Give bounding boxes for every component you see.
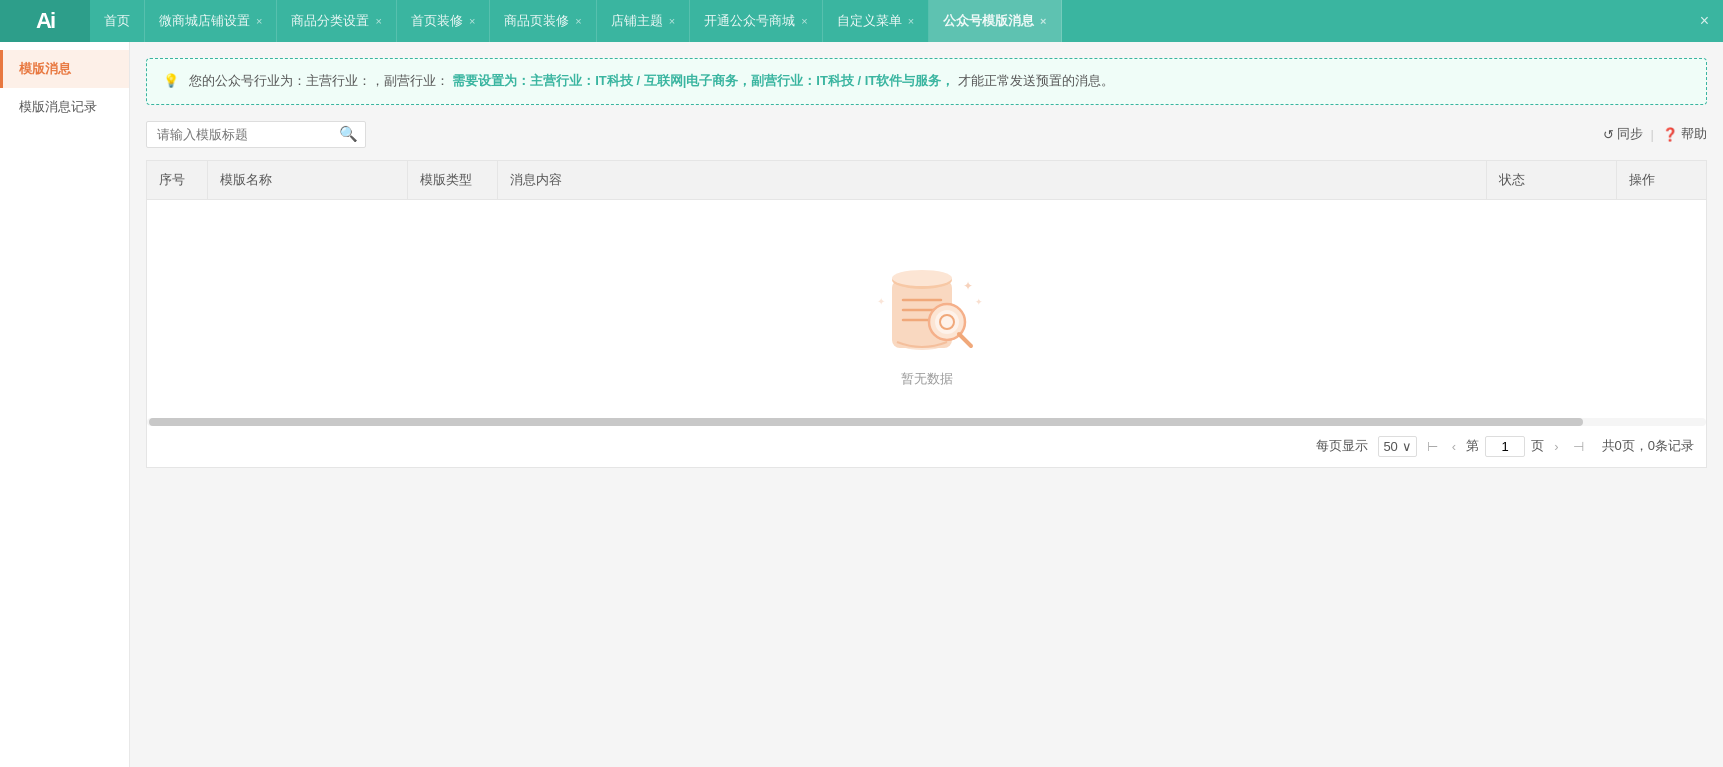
empty-text: 暂无数据 — [901, 370, 953, 388]
scroll-thumb[interactable] — [149, 418, 1583, 426]
window-close-button[interactable]: × — [1686, 0, 1723, 42]
tab-weshop[interactable]: 微商城店铺设置 × — [145, 0, 277, 42]
top-nav: Ai 首页 微商城店铺设置 × 商品分类设置 × 首页装修 × 商品页装修 × … — [0, 0, 1723, 42]
page-input[interactable] — [1485, 436, 1525, 457]
svg-point-3 — [892, 270, 952, 286]
last-page-button[interactable]: ⊣ — [1569, 437, 1588, 456]
svg-line-9 — [959, 334, 971, 346]
page-size-label: 每页显示 — [1316, 437, 1368, 455]
main-layout: 模版消息 模版消息记录 💡 您的公众号行业为：主营行业：，副营行业： 需要设置为… — [0, 42, 1723, 767]
sync-help-area: ↺ 同步 | ❓ 帮助 — [1603, 125, 1707, 143]
help-button[interactable]: ❓ 帮助 — [1662, 125, 1707, 143]
sidebar: 模版消息 模版消息记录 — [0, 42, 130, 767]
search-input-wrap: 🔍 — [146, 121, 366, 148]
tab-openshop-close[interactable]: × — [801, 15, 807, 27]
tab-shoptheme-close[interactable]: × — [669, 15, 675, 27]
tab-category-close[interactable]: × — [375, 15, 381, 27]
tab-weshop-close[interactable]: × — [256, 15, 262, 27]
col-status: 状态 — [1486, 161, 1616, 200]
search-left: 🔍 — [146, 121, 366, 148]
first-page-button[interactable]: ⊢ — [1423, 437, 1442, 456]
empty-illustration: ✦ ✦ ✦ — [867, 250, 987, 370]
notice-prefix: 您的公众号行业为：主营行业：，副营行业： — [189, 73, 449, 88]
table-header: 序号 模版名称 模版类型 消息内容 状态 操作 — [147, 161, 1706, 200]
page-size-select[interactable]: 50 ∨ — [1378, 436, 1416, 457]
tab-templatemsg-close[interactable]: × — [1040, 15, 1046, 27]
page-size-dropdown-icon: ∨ — [1402, 439, 1412, 454]
svg-text:✦: ✦ — [963, 279, 973, 293]
tab-custommenu[interactable]: 自定义菜单 × — [823, 0, 929, 42]
tab-productpage[interactable]: 商品页装修 × — [490, 0, 596, 42]
tab-homepage-close[interactable]: × — [469, 15, 475, 27]
page-label-pre: 第 — [1466, 437, 1479, 455]
nav-tabs: 首页 微商城店铺设置 × 商品分类设置 × 首页装修 × 商品页装修 × 店铺主… — [90, 0, 1686, 42]
tab-productpage-close[interactable]: × — [575, 15, 581, 27]
notice-icon: 💡 — [163, 73, 179, 88]
divider: | — [1651, 127, 1654, 142]
sidebar-item-template-msg[interactable]: 模版消息 — [0, 50, 129, 88]
sidebar-item-template-record[interactable]: 模版消息记录 — [0, 88, 129, 126]
notice-highlight: 需要设置为：主营行业：IT科技 / 互联网|电子商务，副营行业：IT科技 / I… — [452, 73, 954, 88]
col-content: 消息内容 — [497, 161, 1486, 200]
page-size-value: 50 — [1383, 439, 1397, 454]
svg-point-8 — [935, 310, 959, 334]
notice-box: 💡 您的公众号行业为：主营行业：，副营行业： 需要设置为：主营行业：IT科技 /… — [146, 58, 1707, 105]
data-table: 序号 模版名称 模版类型 消息内容 状态 操作 — [147, 161, 1706, 200]
table-container: 序号 模版名称 模版类型 消息内容 状态 操作 — [146, 160, 1707, 468]
horizontal-scrollbar[interactable] — [147, 418, 1706, 426]
page-label-post: 页 — [1531, 437, 1544, 455]
svg-text:✦: ✦ — [975, 297, 983, 307]
brand-logo: Ai — [0, 0, 90, 42]
sync-button[interactable]: ↺ 同步 — [1603, 125, 1643, 143]
tab-category[interactable]: 商品分类设置 × — [277, 0, 396, 42]
tab-custommenu-close[interactable]: × — [908, 15, 914, 27]
main-content: 💡 您的公众号行业为：主营行业：，副营行业： 需要设置为：主营行业：IT科技 /… — [130, 42, 1723, 767]
tab-homepage[interactable]: 首页装修 × — [397, 0, 490, 42]
col-action: 操作 — [1616, 161, 1706, 200]
tab-templatemsg[interactable]: 公众号模版消息 × — [929, 0, 1061, 42]
pagination: 每页显示 50 ∨ ⊢ ‹ 第 页 › ⊣ 共0页，0条记录 — [147, 426, 1706, 467]
empty-state: ✦ ✦ ✦ 暂无数据 — [147, 200, 1706, 418]
col-type: 模版类型 — [407, 161, 497, 200]
sync-icon: ↺ — [1603, 127, 1614, 142]
help-icon: ❓ — [1662, 127, 1678, 142]
col-name: 模版名称 — [207, 161, 407, 200]
search-input[interactable] — [146, 121, 366, 148]
tab-shoptheme[interactable]: 店铺主题 × — [597, 0, 690, 42]
search-bar: 🔍 ↺ 同步 | ❓ 帮助 — [146, 121, 1707, 148]
tab-home[interactable]: 首页 — [90, 0, 145, 42]
svg-text:✦: ✦ — [877, 296, 885, 307]
notice-suffix: 才能正常发送预置的消息。 — [958, 73, 1114, 88]
col-seq: 序号 — [147, 161, 207, 200]
tab-openshop[interactable]: 开通公众号商城 × — [690, 0, 822, 42]
search-button[interactable]: 🔍 — [339, 125, 358, 143]
prev-page-button[interactable]: ‹ — [1448, 437, 1460, 456]
total-info: 共0页，0条记录 — [1602, 437, 1694, 455]
next-page-button[interactable]: › — [1550, 437, 1562, 456]
